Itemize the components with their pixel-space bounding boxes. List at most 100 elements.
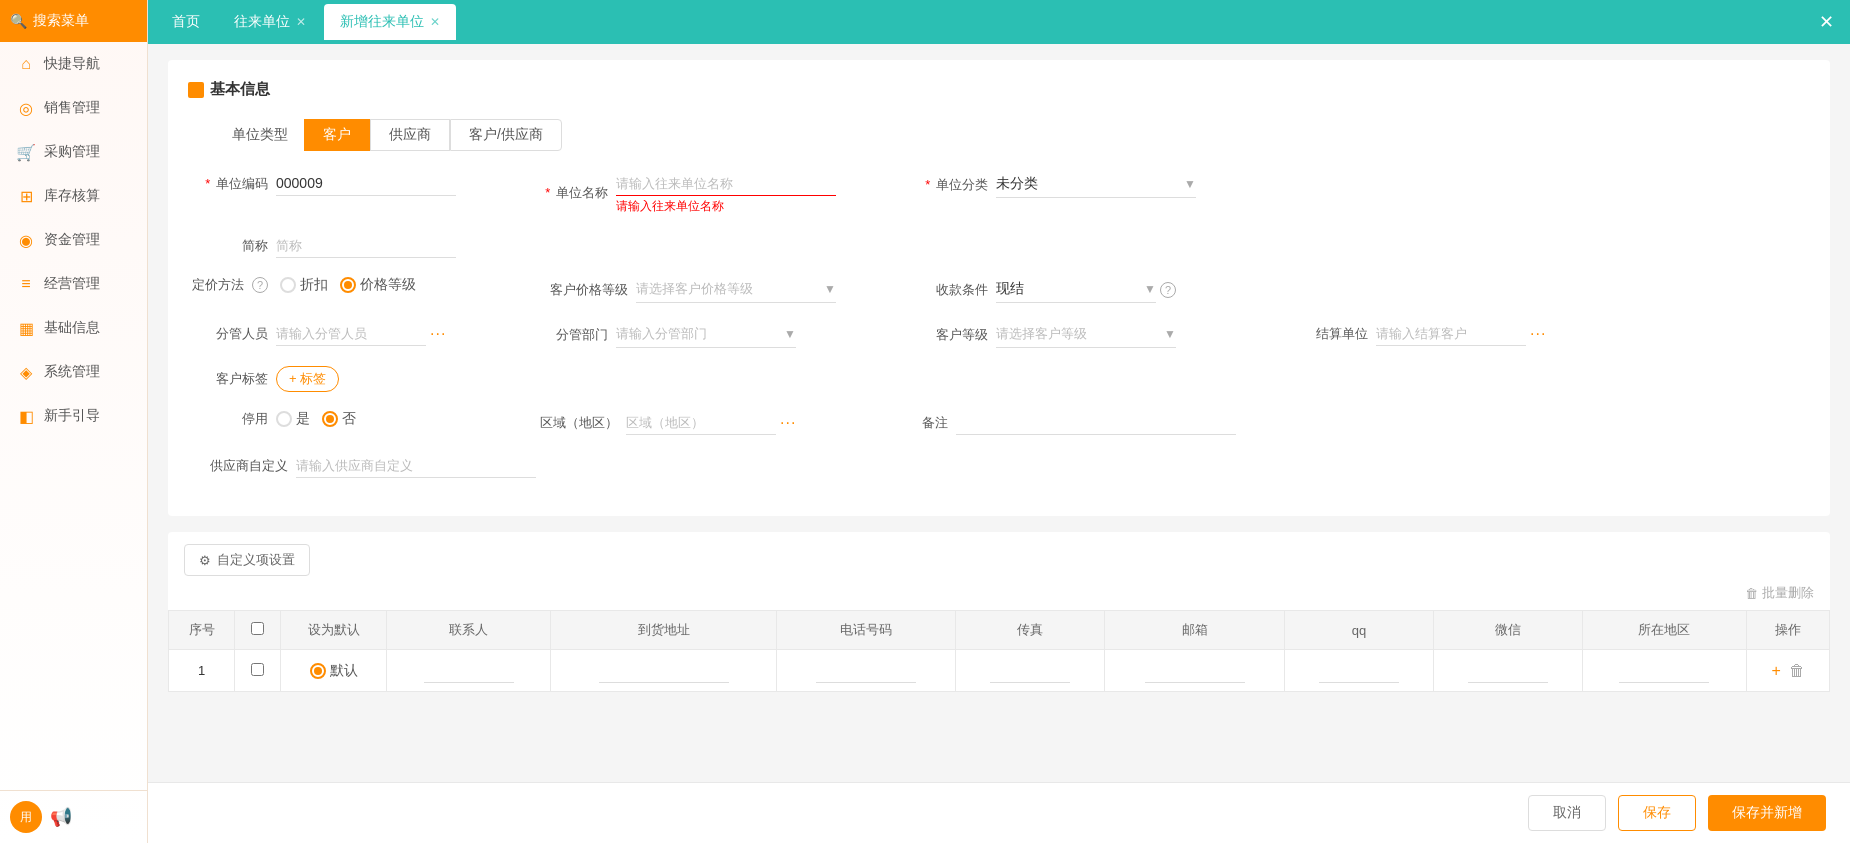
- sidebar-label-capital: 资金管理: [44, 231, 100, 249]
- customer-level-select[interactable]: 请选择客户等级 ▼: [996, 321, 1176, 348]
- area-input[interactable]: [626, 410, 776, 435]
- search-menu[interactable]: 🔍 搜索菜单: [0, 0, 147, 42]
- type-btn-both[interactable]: 客户/供应商: [450, 119, 562, 151]
- fax-input[interactable]: [990, 658, 1070, 683]
- cell-email[interactable]: [1105, 650, 1285, 692]
- save-button[interactable]: 保存: [1618, 795, 1696, 831]
- pricing-method-label: 定价方法 ?: [188, 276, 268, 294]
- supplier-custom-input[interactable]: [296, 453, 536, 478]
- save-and-new-button[interactable]: 保存并新增: [1708, 795, 1826, 831]
- row-delete-btn[interactable]: 🗑: [1789, 662, 1805, 679]
- customer-price-level-select[interactable]: 请选择客户价格等级 ▼: [636, 276, 836, 303]
- payment-terms-select[interactable]: 现结 ▼: [996, 276, 1156, 303]
- sidebar-label-system: 系统管理: [44, 363, 100, 381]
- basic-info-icon: ▦: [16, 318, 36, 338]
- sidebar-label-quick-nav: 快捷导航: [44, 55, 100, 73]
- radio-price-level[interactable]: 价格等级: [340, 276, 416, 294]
- remark-field: 备注: [908, 410, 1308, 435]
- radio-disable-no[interactable]: 否: [322, 410, 356, 428]
- unit-name-field: * 单位名称 请输入往来单位名称: [528, 171, 868, 215]
- sidebar-item-basic-info[interactable]: ▦ 基础信息: [0, 306, 147, 350]
- unit-category-field: * 单位分类 未分类 ▼: [908, 171, 1248, 198]
- customer-price-level-chevron: ▼: [824, 282, 836, 296]
- manager-label: 分管人员: [188, 325, 268, 343]
- area-label: 区域（地区）: [528, 414, 618, 432]
- sidebar-item-purchase[interactable]: 🛒 采购管理: [0, 130, 147, 174]
- col-seq: 序号: [169, 611, 235, 650]
- custom-settings-row: ⚙ 自定义项设置: [168, 532, 1830, 576]
- custom-settings-button[interactable]: ⚙ 自定义项设置: [184, 544, 310, 576]
- sidebar-item-quick-nav[interactable]: ⌂ 快捷导航: [0, 42, 147, 86]
- settlement-unit-field: 结算单位 ···: [1288, 321, 1588, 346]
- sidebar-bottom: 用 📢: [0, 790, 147, 843]
- radio-yes-circle: [276, 411, 292, 427]
- settlement-unit-input[interactable]: [1376, 321, 1526, 346]
- email-input[interactable]: [1145, 658, 1245, 683]
- area-dots-btn[interactable]: ···: [780, 414, 796, 432]
- tab-trade-units-close[interactable]: ✕: [296, 15, 306, 29]
- sidebar-item-management[interactable]: ≡ 经营管理: [0, 262, 147, 306]
- tab-new-trade-unit-close[interactable]: ✕: [430, 15, 440, 29]
- sidebar-item-guide[interactable]: ◧ 新手引导: [0, 394, 147, 438]
- region-input[interactable]: [1619, 658, 1709, 683]
- pricing-question-icon[interactable]: ?: [252, 277, 268, 293]
- unit-code-input[interactable]: [276, 171, 456, 196]
- section-title-text: 基本信息: [210, 80, 270, 99]
- cancel-button[interactable]: 取消: [1528, 795, 1606, 831]
- basic-info-card: 基本信息 单位类型 客户 供应商 客户/供应商 * 单位编码: [168, 60, 1830, 516]
- window-close-button[interactable]: ✕: [1811, 11, 1842, 33]
- payment-terms-question-icon[interactable]: ?: [1160, 282, 1176, 298]
- table-row: 1 默认: [169, 650, 1830, 692]
- settlement-unit-dots-btn[interactable]: ···: [1530, 325, 1546, 343]
- customer-level-placeholder: 请选择客户等级: [996, 325, 1160, 343]
- cell-qq[interactable]: [1285, 650, 1434, 692]
- cell-address[interactable]: [551, 650, 777, 692]
- default-radio[interactable]: 默认: [289, 662, 378, 680]
- avatar: 用: [10, 801, 42, 833]
- unit-category-select[interactable]: 未分类 ▼: [996, 171, 1196, 198]
- sidebar-item-sales[interactable]: ◎ 销售管理: [0, 86, 147, 130]
- select-all-checkbox[interactable]: [251, 622, 264, 635]
- phone-input[interactable]: [816, 658, 916, 683]
- sidebar-item-capital[interactable]: ◉ 资金管理: [0, 218, 147, 262]
- address-input[interactable]: [599, 658, 729, 683]
- remark-input[interactable]: [956, 410, 1236, 435]
- batch-delete-button[interactable]: 🗑 批量删除: [1745, 584, 1814, 602]
- unit-name-input[interactable]: [616, 171, 836, 196]
- col-checkbox: [235, 611, 281, 650]
- sidebar-item-inventory[interactable]: ⊞ 库存核算: [0, 174, 147, 218]
- radio-no-circle: [322, 411, 338, 427]
- system-icon: ◈: [16, 362, 36, 382]
- cell-phone[interactable]: [776, 650, 956, 692]
- unit-code-field: * 单位编码: [188, 171, 488, 196]
- tab-trade-units[interactable]: 往来单位 ✕: [218, 4, 322, 40]
- manager-dots-btn[interactable]: ···: [430, 325, 446, 343]
- type-btn-customer[interactable]: 客户: [304, 119, 370, 151]
- short-name-input[interactable]: [276, 233, 456, 258]
- radio-discount[interactable]: 折扣: [280, 276, 328, 294]
- search-icon: 🔍: [10, 13, 27, 29]
- cell-fax[interactable]: [956, 650, 1105, 692]
- disable-radio-group: 是 否: [276, 410, 356, 428]
- sidebar-item-system[interactable]: ◈ 系统管理: [0, 350, 147, 394]
- customer-price-level-placeholder: 请选择客户价格等级: [636, 280, 820, 298]
- sidebar-label-sales: 销售管理: [44, 99, 100, 117]
- row-checkbox[interactable]: [251, 663, 264, 676]
- dept-select[interactable]: 请输入分管部门 ▼: [616, 321, 796, 348]
- contact-input[interactable]: [424, 658, 514, 683]
- cell-region[interactable]: [1582, 650, 1746, 692]
- type-btn-supplier[interactable]: 供应商: [370, 119, 450, 151]
- tag-add-button[interactable]: + 标签: [276, 366, 339, 392]
- wechat-input[interactable]: [1468, 658, 1548, 683]
- manager-input[interactable]: [276, 321, 426, 346]
- row-add-btn[interactable]: +: [1772, 662, 1781, 679]
- tab-home-label: 首页: [172, 13, 200, 31]
- tab-new-trade-unit[interactable]: 新增往来单位 ✕: [324, 4, 456, 40]
- dept-placeholder: 请输入分管部门: [616, 325, 780, 343]
- cell-contact[interactable]: [386, 650, 550, 692]
- cell-wechat[interactable]: [1433, 650, 1582, 692]
- tab-home[interactable]: 首页: [156, 4, 216, 40]
- qq-input[interactable]: [1319, 658, 1399, 683]
- sales-icon: ◎: [16, 98, 36, 118]
- radio-disable-yes[interactable]: 是: [276, 410, 310, 428]
